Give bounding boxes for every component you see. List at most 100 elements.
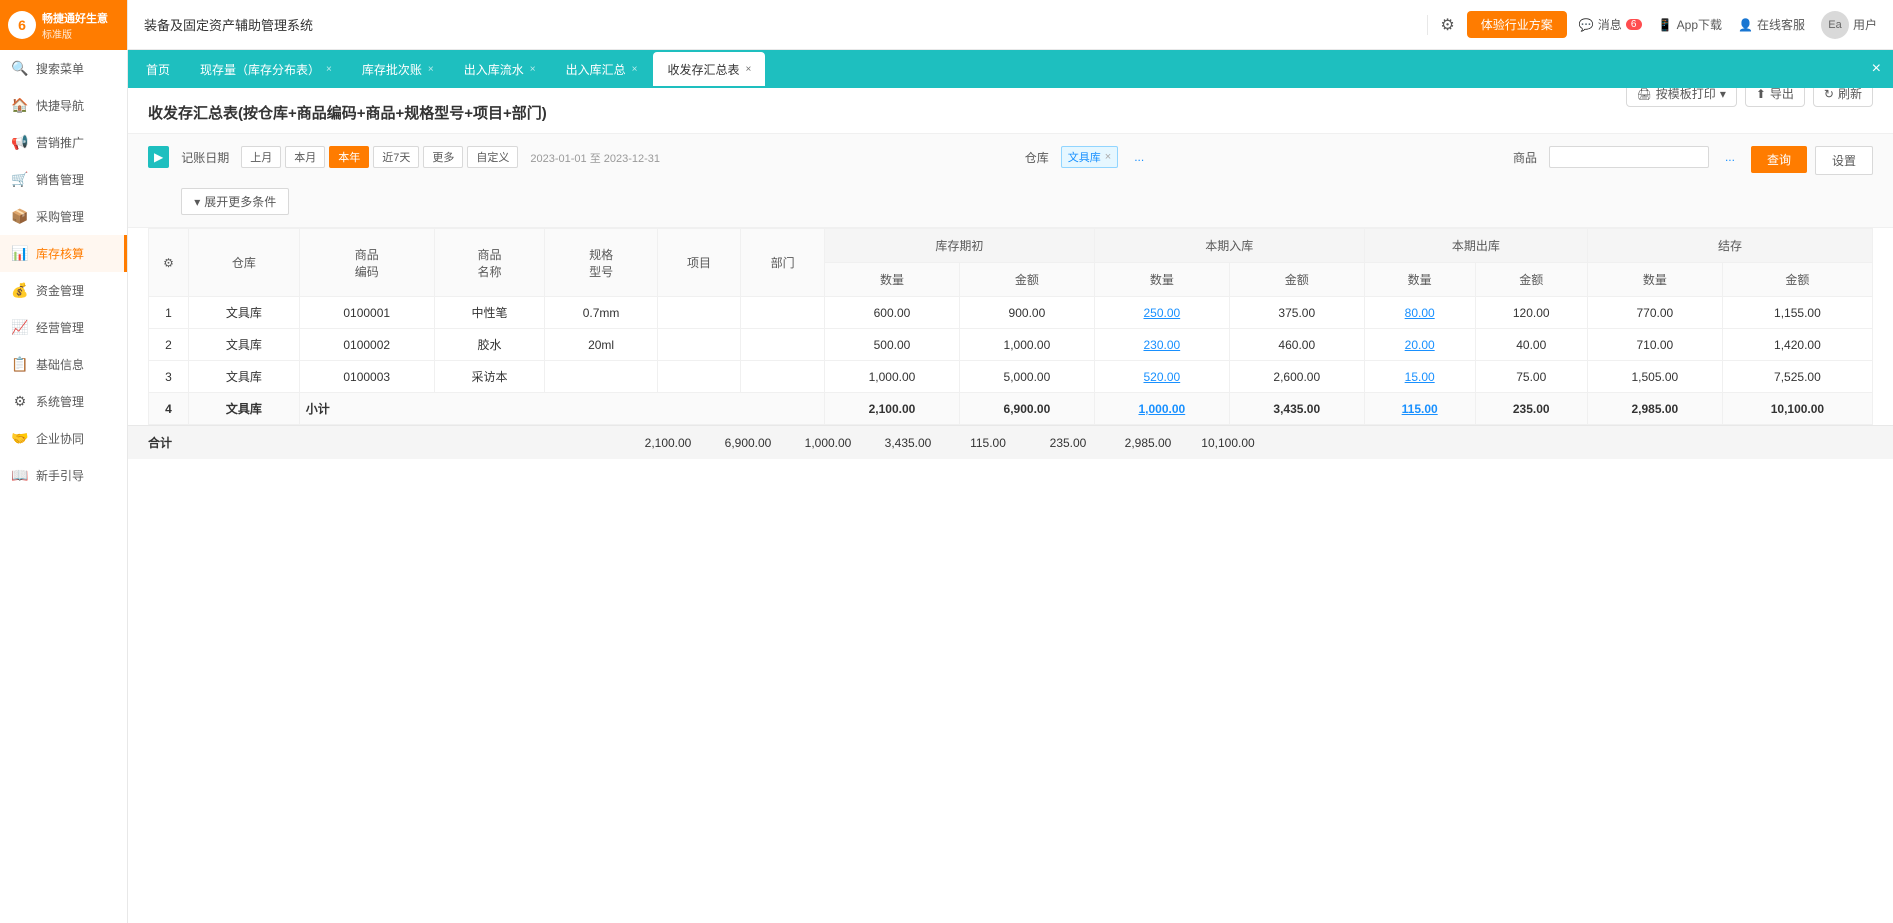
tab-close-icon[interactable]: × — [428, 64, 434, 75]
tab-inout-flow[interactable]: 出入库流水 × — [450, 52, 550, 86]
date-btn-more[interactable]: 更多 — [423, 146, 463, 168]
print-label: 按模板打印 — [1656, 88, 1716, 102]
th-warehouse: 仓库 — [189, 229, 300, 297]
user-btn[interactable]: Ea 用户 — [1821, 11, 1877, 39]
sidebar-item-label: 采购管理 — [36, 208, 84, 225]
th-settings[interactable]: ⚙ — [149, 229, 189, 297]
subtotal-close-amt: 10,100.00 — [1722, 393, 1872, 425]
basic-info-icon: 📋 — [12, 357, 28, 373]
online-service-label: 在线客服 — [1757, 16, 1805, 33]
cell-warehouse: 文具库 — [189, 361, 300, 393]
sidebar-item-operations[interactable]: 📈 经营管理 — [0, 309, 127, 346]
sidebar-item-quick-nav[interactable]: 🏠 快捷导航 — [0, 87, 127, 124]
expand-conditions-btn[interactable]: ▾ 展开更多条件 — [181, 188, 289, 215]
date-btn-last-month[interactable]: 上月 — [241, 146, 281, 168]
warehouse-tag-close[interactable]: × — [1105, 151, 1111, 163]
print-button[interactable]: 🖨 按模板打印 ▾ — [1626, 88, 1737, 107]
date-btn-7days[interactable]: 近7天 — [373, 146, 419, 168]
cell-out-qty[interactable]: 20.00 — [1364, 329, 1475, 361]
main-content: 装备及固定资产辅助管理系统 ⚙ 体验行业方案 💬 消息 6 📱 App下载 👤 … — [128, 0, 1893, 923]
user-label: 用户 — [1853, 16, 1877, 33]
sidebar-item-purchase[interactable]: 📦 采购管理 — [0, 198, 127, 235]
sidebar-item-search[interactable]: 🔍 搜索菜单 — [0, 50, 127, 87]
footer-open-amt: 6,900.00 — [708, 436, 788, 450]
logo-icon: 6 — [8, 11, 36, 39]
cell-code: 0100003 — [299, 361, 434, 393]
cell-out-qty[interactable]: 15.00 — [1364, 361, 1475, 393]
page-actions: 🖨 按模板打印 ▾ ⬆ 导出 ↻ 刷新 — [1626, 88, 1873, 107]
sidebar-item-basic-info[interactable]: 📋 基础信息 — [0, 346, 127, 383]
goods-search-input[interactable] — [1549, 146, 1709, 168]
subtotal-out-qty[interactable]: 115.00 — [1364, 393, 1475, 425]
date-btn-this-year[interactable]: 本年 — [329, 146, 369, 168]
date-filter-label: 记账日期 — [181, 149, 229, 166]
tab-close-icon[interactable]: × — [745, 64, 751, 75]
filter-toggle-btn[interactable]: ▶ — [148, 146, 169, 168]
th-in-amt: 金额 — [1229, 263, 1364, 297]
cell-in-amt: 2,600.00 — [1229, 361, 1364, 393]
refresh-button[interactable]: ↻ 刷新 — [1813, 88, 1873, 107]
settings-icon[interactable]: ⚙ — [1440, 15, 1454, 35]
tab-close-icon[interactable]: × — [632, 64, 638, 75]
warehouse-dots-btn[interactable]: ... — [1130, 148, 1148, 166]
cell-close-amt: 1,155.00 — [1722, 297, 1872, 329]
service-icon: 👤 — [1738, 18, 1753, 32]
page-header: 收发存汇总表(按仓库+商品编码+商品+规格型号+项目+部门) 🖨 按模板打印 ▾… — [128, 88, 1893, 134]
sidebar-item-sales[interactable]: 🛒 销售管理 — [0, 161, 127, 198]
filter-area: ▶ 记账日期 上月 本月 本年 近7天 更多 自定义 2023-01-01 至 … — [128, 134, 1893, 228]
table-settings-icon[interactable]: ⚙ — [163, 256, 174, 270]
tab-recv-send[interactable]: 收发存汇总表 × — [653, 52, 765, 86]
try-button[interactable]: 体验行业方案 — [1467, 11, 1567, 38]
tab-close-icon[interactable]: × — [326, 64, 332, 75]
sidebar-item-label: 搜索菜单 — [36, 60, 84, 77]
cell-open-amt: 5,000.00 — [959, 361, 1094, 393]
top-header: 装备及固定资产辅助管理系统 ⚙ 体验行业方案 💬 消息 6 📱 App下载 👤 … — [128, 0, 1893, 50]
close-all-tabs[interactable]: × — [1864, 56, 1889, 82]
cell-code: 0100002 — [299, 329, 434, 361]
sidebar-item-label: 系统管理 — [36, 393, 84, 410]
export-button[interactable]: ⬆ 导出 — [1745, 88, 1805, 107]
query-button[interactable]: 查询 — [1751, 146, 1807, 173]
online-service-btn[interactable]: 👤 在线客服 — [1738, 16, 1805, 33]
expand-icon: ▾ — [194, 195, 200, 209]
cell-in-qty[interactable]: 520.00 — [1094, 361, 1229, 393]
app-download-label: App下载 — [1677, 16, 1722, 33]
goods-dots-btn[interactable]: ... — [1721, 148, 1739, 166]
header-actions: 💬 消息 6 📱 App下载 👤 在线客服 Ea 用户 — [1579, 11, 1877, 39]
warehouse-tag: 文具库 × — [1061, 146, 1118, 168]
app-download-btn[interactable]: 📱 App下载 — [1658, 16, 1722, 33]
message-btn[interactable]: 💬 消息 6 — [1579, 16, 1642, 33]
cell-out-qty[interactable]: 80.00 — [1364, 297, 1475, 329]
message-badge: 6 — [1626, 19, 1642, 30]
app-logo: 6 畅捷通好生意 标准版 — [0, 0, 127, 50]
user-avatar: Ea — [1821, 11, 1849, 39]
date-btn-custom[interactable]: 自定义 — [467, 146, 518, 168]
setting-button[interactable]: 设置 — [1815, 146, 1873, 175]
cell-close-qty: 710.00 — [1587, 329, 1722, 361]
sidebar-item-label: 库存核算 — [36, 245, 84, 262]
sidebar-item-finance[interactable]: 💰 资金管理 — [0, 272, 127, 309]
cell-in-qty[interactable]: 250.00 — [1094, 297, 1229, 329]
sidebar-item-inventory[interactable]: 📊 库存核算 — [0, 235, 127, 272]
footer-open-qty: 2,100.00 — [628, 436, 708, 450]
cell-out-amt: 120.00 — [1475, 297, 1587, 329]
subtotal-warehouse: 文具库 — [189, 393, 300, 425]
sidebar-item-cooperation[interactable]: 🤝 企业协同 — [0, 420, 127, 457]
tab-close-icon[interactable]: × — [530, 64, 536, 75]
sidebar-item-label: 新手引导 — [36, 467, 84, 484]
date-btn-this-month[interactable]: 本月 — [285, 146, 325, 168]
sidebar-item-system[interactable]: ⚙ 系统管理 — [0, 383, 127, 420]
expand-label: 展开更多条件 — [204, 193, 276, 210]
subtotal-in-qty[interactable]: 1,000.00 — [1094, 393, 1229, 425]
tab-home[interactable]: 首页 — [132, 52, 184, 86]
tab-batch[interactable]: 库存批次账 × — [348, 52, 448, 86]
cell-in-qty[interactable]: 230.00 — [1094, 329, 1229, 361]
footer-out-qty: 115.00 — [948, 436, 1028, 450]
sidebar-item-marketing[interactable]: 📢 营销推广 — [0, 124, 127, 161]
tab-inout-summary[interactable]: 出入库汇总 × — [552, 52, 652, 86]
tab-stock-dist[interactable]: 现存量（库存分布表） × — [186, 52, 346, 86]
inventory-icon: 📊 — [12, 246, 28, 262]
th-inbound: 本期入库 — [1094, 229, 1364, 263]
search-icon: 🔍 — [12, 61, 28, 77]
sidebar-item-guide[interactable]: 📖 新手引导 — [0, 457, 127, 494]
